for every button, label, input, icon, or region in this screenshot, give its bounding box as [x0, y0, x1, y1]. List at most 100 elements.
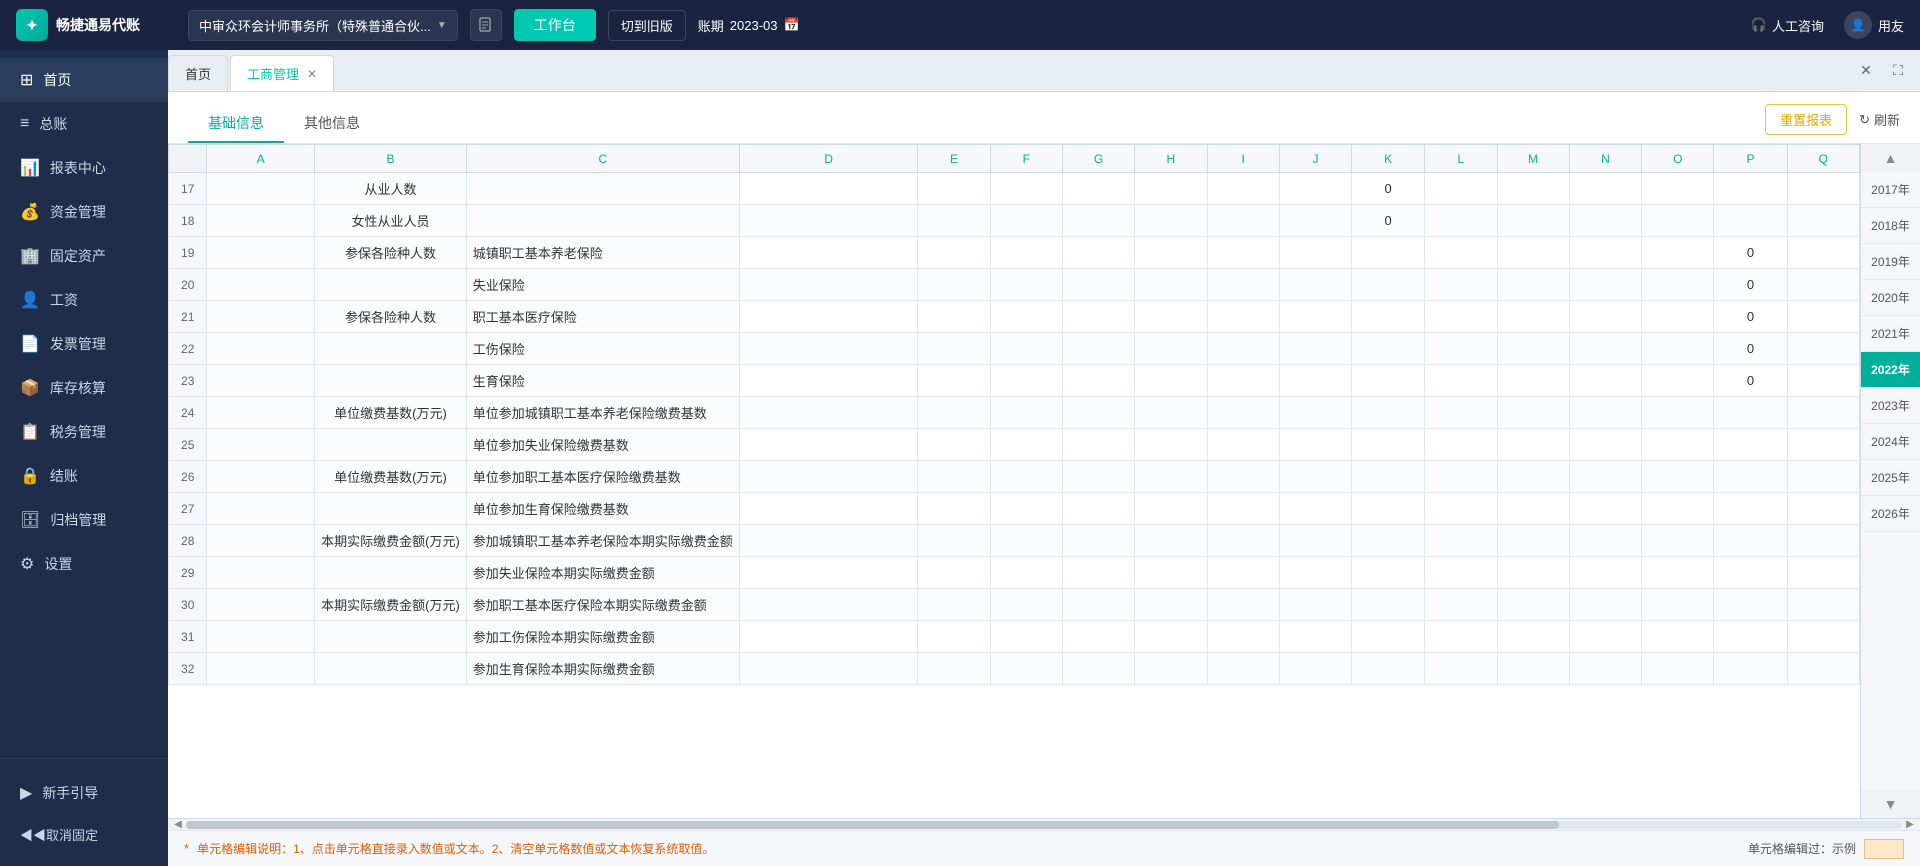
- cell-p-22[interactable]: 0: [1714, 333, 1787, 365]
- cell-e-23[interactable]: [918, 365, 990, 397]
- cell-p-17[interactable]: [1714, 173, 1787, 205]
- cell-k-22[interactable]: [1352, 333, 1425, 365]
- cell-q-29[interactable]: [1787, 557, 1859, 589]
- cell-h-26[interactable]: [1135, 461, 1207, 493]
- cell-j-31[interactable]: [1279, 621, 1351, 653]
- cell-i-23[interactable]: [1207, 365, 1279, 397]
- cell-l-29[interactable]: [1425, 557, 1497, 589]
- cell-l-21[interactable]: [1425, 301, 1497, 333]
- cell-k-24[interactable]: [1352, 397, 1425, 429]
- cell-i-22[interactable]: [1207, 333, 1279, 365]
- maximize-window-button[interactable]: ⛶: [1884, 57, 1912, 85]
- cell-g-18[interactable]: [1062, 205, 1134, 237]
- year-item-2022[interactable]: 2022年: [1861, 352, 1920, 388]
- cell-o-26[interactable]: [1642, 461, 1714, 493]
- horizontal-scrollbar[interactable]: ◀ ▶: [168, 818, 1920, 830]
- cell-a-25[interactable]: [207, 429, 315, 461]
- scroll-right-arrow[interactable]: ▶: [1902, 817, 1918, 831]
- cell-j-18[interactable]: [1279, 205, 1351, 237]
- cell-g-17[interactable]: [1062, 173, 1134, 205]
- cell-o-19[interactable]: [1642, 237, 1714, 269]
- cell-a-26[interactable]: [207, 461, 315, 493]
- cell-g-22[interactable]: [1062, 333, 1134, 365]
- sidebar-item-settings[interactable]: ⚙设置: [0, 542, 168, 586]
- sidebar-item-close[interactable]: 🔒结账: [0, 454, 168, 498]
- year-item-2018[interactable]: 2018年: [1861, 208, 1920, 244]
- cell-h-24[interactable]: [1135, 397, 1207, 429]
- cell-g-25[interactable]: [1062, 429, 1134, 461]
- cell-m-27[interactable]: [1497, 493, 1569, 525]
- cell-c-31[interactable]: 参加工伤保险本期实际缴费金额: [466, 621, 739, 653]
- cell-g-23[interactable]: [1062, 365, 1134, 397]
- cell-l-28[interactable]: [1425, 525, 1497, 557]
- cell-b-30[interactable]: 本期实际缴费金额(万元): [315, 589, 467, 621]
- cell-h-28[interactable]: [1135, 525, 1207, 557]
- year-item-2026[interactable]: 2026年: [1861, 496, 1920, 532]
- cell-d-18[interactable]: [739, 205, 918, 237]
- cell-i-26[interactable]: [1207, 461, 1279, 493]
- cell-a-24[interactable]: [207, 397, 315, 429]
- cell-p-18[interactable]: [1714, 205, 1787, 237]
- year-item-2019[interactable]: 2019年: [1861, 244, 1920, 280]
- cell-c-19[interactable]: 城镇职工基本养老保险: [466, 237, 739, 269]
- cell-q-26[interactable]: [1787, 461, 1859, 493]
- cell-j-29[interactable]: [1279, 557, 1351, 589]
- sub-tab-basic[interactable]: 基础信息: [188, 105, 284, 143]
- cell-b-31[interactable]: [315, 621, 467, 653]
- cell-n-26[interactable]: [1569, 461, 1641, 493]
- cell-d-25[interactable]: [739, 429, 918, 461]
- cell-p-31[interactable]: [1714, 621, 1787, 653]
- cell-g-32[interactable]: [1062, 653, 1134, 685]
- cell-l-24[interactable]: [1425, 397, 1497, 429]
- cell-b-23[interactable]: [315, 365, 467, 397]
- cell-n-18[interactable]: [1569, 205, 1641, 237]
- cell-n-30[interactable]: [1569, 589, 1641, 621]
- cell-e-22[interactable]: [918, 333, 990, 365]
- cell-q-31[interactable]: [1787, 621, 1859, 653]
- cell-e-28[interactable]: [918, 525, 990, 557]
- cell-e-19[interactable]: [918, 237, 990, 269]
- cell-c-26[interactable]: 单位参加职工基本医疗保险缴费基数: [466, 461, 739, 493]
- cell-i-32[interactable]: [1207, 653, 1279, 685]
- cell-d-17[interactable]: [739, 173, 918, 205]
- cell-b-29[interactable]: [315, 557, 467, 589]
- cell-a-27[interactable]: [207, 493, 315, 525]
- cell-m-26[interactable]: [1497, 461, 1569, 493]
- cell-o-27[interactable]: [1642, 493, 1714, 525]
- tab-home[interactable]: 首页: [168, 55, 228, 91]
- cell-g-19[interactable]: [1062, 237, 1134, 269]
- cell-e-24[interactable]: [918, 397, 990, 429]
- cell-d-27[interactable]: [739, 493, 918, 525]
- cell-f-27[interactable]: [990, 493, 1062, 525]
- sidebar-item-assets[interactable]: 🏢固定资产: [0, 234, 168, 278]
- cell-q-21[interactable]: [1787, 301, 1859, 333]
- cell-c-32[interactable]: 参加生育保险本期实际缴费金额: [466, 653, 739, 685]
- cell-o-23[interactable]: [1642, 365, 1714, 397]
- tab-close-icon[interactable]: ✕: [307, 67, 317, 81]
- sidebar-item-report[interactable]: 📊报表中心: [0, 146, 168, 190]
- cell-d-31[interactable]: [739, 621, 918, 653]
- cell-a-31[interactable]: [207, 621, 315, 653]
- cell-k-30[interactable]: [1352, 589, 1425, 621]
- cell-g-24[interactable]: [1062, 397, 1134, 429]
- cell-m-25[interactable]: [1497, 429, 1569, 461]
- year-item-2025[interactable]: 2025年: [1861, 460, 1920, 496]
- cell-k-23[interactable]: [1352, 365, 1425, 397]
- cell-h-25[interactable]: [1135, 429, 1207, 461]
- cell-n-29[interactable]: [1569, 557, 1641, 589]
- cell-g-21[interactable]: [1062, 301, 1134, 333]
- cell-h-19[interactable]: [1135, 237, 1207, 269]
- cell-h-18[interactable]: [1135, 205, 1207, 237]
- cell-i-29[interactable]: [1207, 557, 1279, 589]
- cell-p-20[interactable]: 0: [1714, 269, 1787, 301]
- year-item-2023[interactable]: 2023年: [1861, 388, 1920, 424]
- cell-d-24[interactable]: [739, 397, 918, 429]
- cell-l-19[interactable]: [1425, 237, 1497, 269]
- doc-icon[interactable]: [470, 9, 502, 41]
- cell-b-32[interactable]: [315, 653, 467, 685]
- sidebar-item-tax[interactable]: 📋税务管理: [0, 410, 168, 454]
- cell-o-29[interactable]: [1642, 557, 1714, 589]
- cell-q-22[interactable]: [1787, 333, 1859, 365]
- cell-q-30[interactable]: [1787, 589, 1859, 621]
- cell-g-27[interactable]: [1062, 493, 1134, 525]
